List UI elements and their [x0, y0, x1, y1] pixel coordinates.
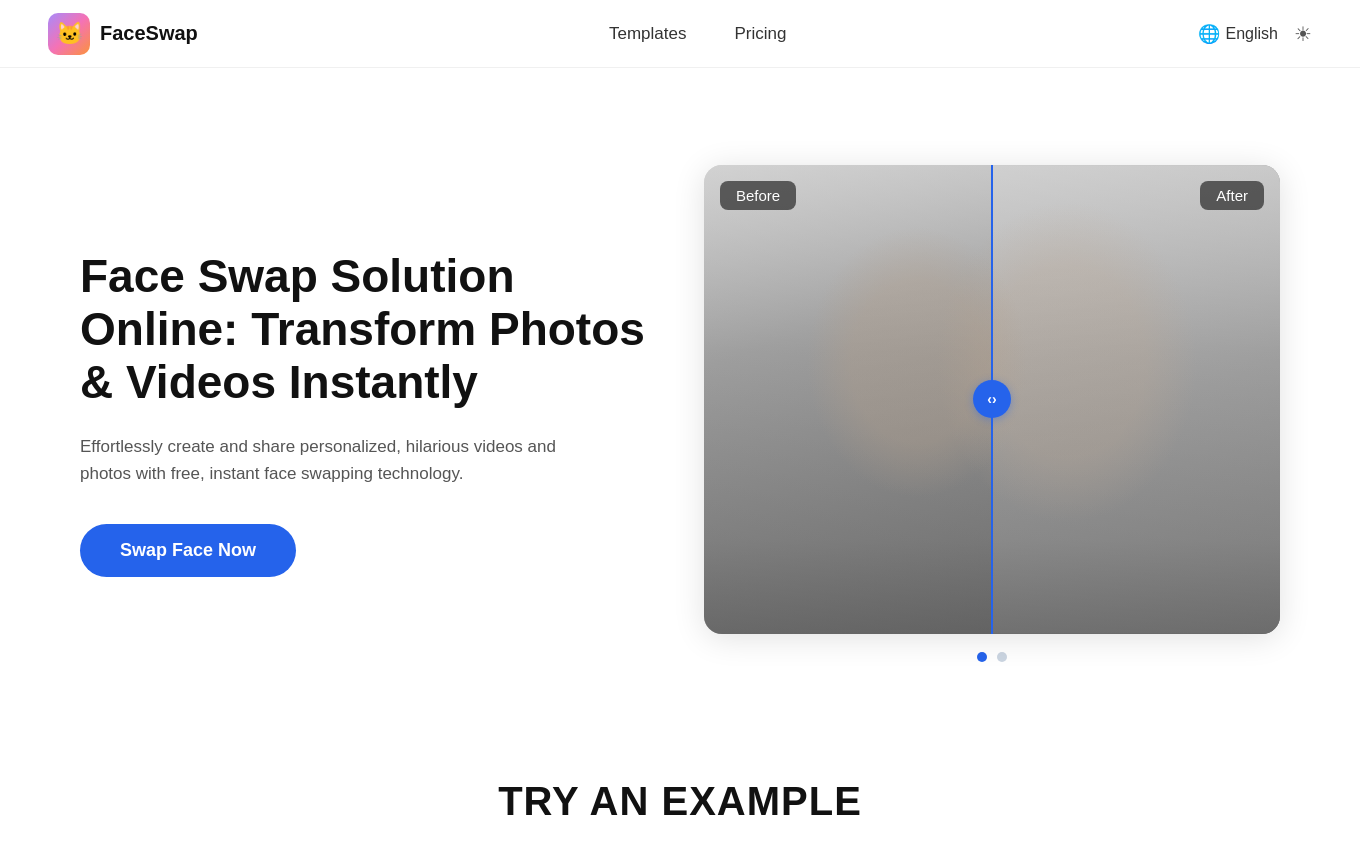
nav-right: 🌐 English ☀: [1198, 22, 1312, 46]
navbar: 🐱 FaceSwap Templates Pricing 🌐 English ☀: [0, 0, 1360, 68]
theme-toggle-button[interactable]: ☀: [1294, 22, 1312, 46]
sun-icon: ☀: [1294, 23, 1312, 45]
logo-text: FaceSwap: [100, 22, 198, 45]
carousel-dot-2[interactable]: [997, 652, 1007, 662]
comparison-images: Before After ‹›: [704, 165, 1280, 634]
hero-right: Before After ‹›: [704, 165, 1280, 662]
divider-handle[interactable]: ‹›: [973, 380, 1011, 418]
nav-link-templates[interactable]: Templates: [609, 24, 686, 44]
hero-subtitle: Effortlessly create and share personaliz…: [80, 433, 600, 487]
language-button[interactable]: 🌐 English: [1198, 23, 1278, 45]
logo-icon: 🐱: [48, 13, 90, 55]
globe-icon: 🌐: [1198, 23, 1220, 45]
swap-face-now-button[interactable]: Swap Face Now: [80, 524, 296, 577]
try-example-section: TRY AN EXAMPLE: [0, 739, 1360, 844]
comparison-widget: Before After ‹›: [704, 165, 1280, 634]
language-label: English: [1226, 25, 1278, 43]
before-badge: Before: [720, 181, 796, 210]
handle-arrows: ‹›: [987, 391, 996, 407]
hero-title: Face Swap Solution Online: Transform Pho…: [80, 250, 656, 409]
after-badge: After: [1200, 181, 1264, 210]
logo[interactable]: 🐱 FaceSwap: [48, 13, 198, 55]
hero-left: Face Swap Solution Online: Transform Pho…: [80, 250, 656, 576]
carousel-dot-1[interactable]: [977, 652, 987, 662]
hero-section: Face Swap Solution Online: Transform Pho…: [0, 68, 1360, 739]
nav-link-pricing[interactable]: Pricing: [734, 24, 786, 44]
nav-links: Templates Pricing: [609, 24, 786, 44]
try-example-title: TRY AN EXAMPLE: [0, 779, 1360, 824]
carousel-dots: [704, 652, 1280, 662]
